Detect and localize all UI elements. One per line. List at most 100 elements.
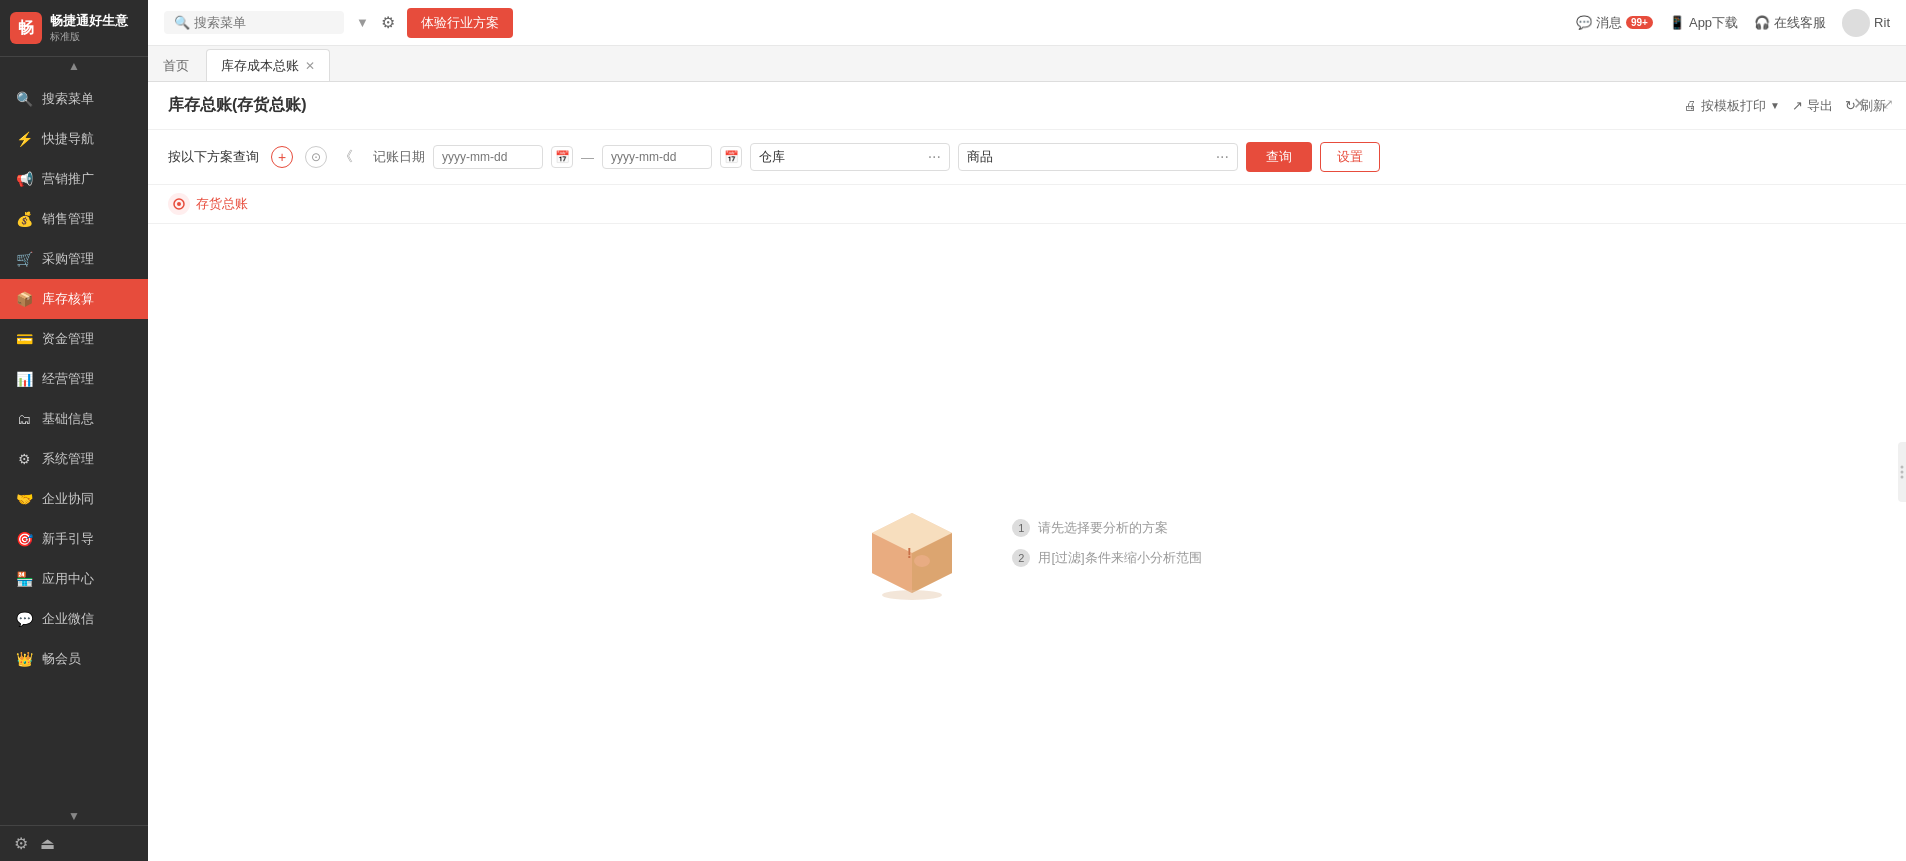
- app-download-btn[interactable]: 📱 App下载: [1669, 14, 1738, 32]
- wechat-icon: 💬: [14, 609, 34, 629]
- content-close-btn[interactable]: ✕: [1849, 90, 1870, 117]
- search-chevron-icon[interactable]: ▼: [356, 15, 369, 30]
- content-close-row: ✕ ⤢: [1849, 90, 1898, 117]
- svg-point-11: [1901, 475, 1904, 478]
- user-avatar: [1842, 9, 1870, 37]
- main-area: 🔍 ▼ ⚙ 体验行业方案 💬 消息 99+ 📱 App下载 🎧 在线客服 Rit: [148, 0, 1906, 861]
- topbar-right: 💬 消息 99+ 📱 App下载 🎧 在线客服 Rit: [1576, 9, 1890, 37]
- side-resize-handle[interactable]: [1898, 442, 1906, 502]
- date-start-calendar-icon[interactable]: 📅: [551, 146, 573, 168]
- scheme-section: 存货总账: [148, 185, 1906, 224]
- svg-point-1: [177, 202, 181, 206]
- sidebar-item-marketing[interactable]: 📢 营销推广: [0, 159, 148, 199]
- sidebar-nav: 🔍 搜索菜单 ⚡ 快捷导航 📢 营销推广 💰 销售管理 🛒 采购管理 📦 库存核…: [0, 75, 148, 807]
- content-area: 库存总账(存货总账) 🖨 按模板打印 ▼ ↗ 导出 ↻ 刷新 按以下方案查询: [148, 82, 1906, 861]
- member-icon: 👑: [14, 649, 34, 669]
- empty-hint-2: 2 用[过滤]条件来缩小分析范围: [1012, 549, 1201, 567]
- finance-icon: 💳: [14, 329, 34, 349]
- goods-more-icon[interactable]: ···: [1216, 148, 1229, 166]
- filter-add-btn[interactable]: +: [271, 146, 293, 168]
- sidebar-item-operation[interactable]: 📊 经营管理: [0, 359, 148, 399]
- tab-bar: 首页 库存成本总账 ✕: [148, 46, 1906, 82]
- print-chevron-icon[interactable]: ▼: [1770, 100, 1780, 111]
- export-btn[interactable]: ↗ 导出: [1792, 97, 1833, 115]
- sidebar-item-purchase[interactable]: 🛒 采购管理: [0, 239, 148, 279]
- page-header: 库存总账(存货总账) 🖨 按模板打印 ▼ ↗ 导出 ↻ 刷新: [148, 82, 1906, 130]
- date-start-input[interactable]: [433, 145, 543, 169]
- phone-icon: 📱: [1669, 15, 1685, 30]
- goods-selector[interactable]: 商品 ···: [958, 143, 1238, 171]
- tab-inventory-cost[interactable]: 库存成本总账 ✕: [206, 49, 330, 81]
- messages-badge: 99+: [1626, 16, 1653, 29]
- sidebar-logo: 畅 畅捷通好生意 标准版: [0, 0, 148, 57]
- appstore-icon: 🏪: [14, 569, 34, 589]
- page-title: 库存总账(存货总账): [168, 95, 307, 116]
- search-icon: 🔍: [14, 89, 34, 109]
- sidebar-item-system[interactable]: ⚙ 系统管理: [0, 439, 148, 479]
- scheme-item[interactable]: 存货总账: [168, 193, 248, 215]
- export-icon: ↗: [1792, 98, 1803, 113]
- user-avatar-area[interactable]: Rit: [1842, 9, 1890, 37]
- sidebar-item-basic[interactable]: 🗂 基础信息: [0, 399, 148, 439]
- warehouse-selector[interactable]: 仓库 ···: [750, 143, 950, 171]
- sales-icon: 💰: [14, 209, 34, 229]
- svg-text:!: !: [907, 545, 912, 561]
- sidebar-scroll-down[interactable]: ▼: [0, 807, 148, 825]
- sidebar-scroll-up[interactable]: ▲: [0, 57, 148, 75]
- content-expand-btn[interactable]: ⤢: [1878, 92, 1898, 116]
- hint-1-num: 1: [1012, 519, 1030, 537]
- messages-btn[interactable]: 💬 消息 99+: [1576, 14, 1653, 32]
- filter-bar: 按以下方案查询 + ⊙ 《 记账日期 📅 — 📅 仓库 ··· 商品 ···: [148, 130, 1906, 185]
- svg-point-9: [1901, 465, 1904, 468]
- sidebar-item-finance[interactable]: 💳 资金管理: [0, 319, 148, 359]
- online-service-btn[interactable]: 🎧 在线客服: [1754, 14, 1826, 32]
- purchase-icon: 🛒: [14, 249, 34, 269]
- empty-text: 1 请先选择要分析的方案 2 用[过滤]条件来缩小分析范围: [1012, 519, 1201, 567]
- scheme-item-icon: [168, 193, 190, 215]
- hint-1-text: 请先选择要分析的方案: [1038, 519, 1168, 537]
- filter-clear-btn[interactable]: ⊙: [305, 146, 327, 168]
- svg-point-6: [914, 555, 930, 567]
- sidebar-item-wechat[interactable]: 💬 企业微信: [0, 599, 148, 639]
- sidebar-item-search[interactable]: 🔍 搜索菜单: [0, 79, 148, 119]
- date-end-calendar-icon[interactable]: 📅: [720, 146, 742, 168]
- tab-home[interactable]: 首页: [148, 49, 204, 81]
- sidebar-item-member[interactable]: 👑 畅会员: [0, 639, 148, 679]
- tab-close-icon[interactable]: ✕: [305, 59, 315, 73]
- logo-text: 畅捷通好生意 标准版: [50, 13, 128, 43]
- audio-footer-btn[interactable]: ⏏: [40, 834, 55, 853]
- sidebar-item-inventory[interactable]: 📦 库存核算: [0, 279, 148, 319]
- sidebar-item-enterprise[interactable]: 🤝 企业协同: [0, 479, 148, 519]
- settings-button[interactable]: 设置: [1320, 142, 1380, 172]
- inventory-icon: 📦: [14, 289, 34, 309]
- hint-2-text: 用[过滤]条件来缩小分析范围: [1038, 549, 1201, 567]
- empty-illustration: !: [852, 483, 972, 603]
- search-button[interactable]: 查询: [1246, 142, 1312, 172]
- sidebar-footer: ⚙ ⏏: [0, 825, 148, 861]
- newbie-icon: 🎯: [14, 529, 34, 549]
- sidebar: 畅 畅捷通好生意 标准版 ▲ 🔍 搜索菜单 ⚡ 快捷导航 📢 营销推广 💰 销售…: [0, 0, 148, 861]
- quick-nav-icon: ⚡: [14, 129, 34, 149]
- date-separator: —: [581, 150, 594, 165]
- sidebar-item-sales[interactable]: 💰 销售管理: [0, 199, 148, 239]
- search-input[interactable]: [194, 15, 314, 30]
- sidebar-item-appstore[interactable]: 🏪 应用中心: [0, 559, 148, 599]
- basic-icon: 🗂: [14, 409, 34, 429]
- sidebar-item-quick-nav[interactable]: ⚡ 快捷导航: [0, 119, 148, 159]
- svg-point-8: [882, 590, 942, 600]
- topbar-search-container: 🔍: [164, 11, 344, 34]
- print-template-btn[interactable]: 🖨 按模板打印 ▼: [1684, 97, 1780, 115]
- filter-scheme-label: 按以下方案查询: [168, 148, 259, 166]
- settings-footer-btn[interactable]: ⚙: [14, 834, 28, 853]
- sidebar-item-newbie[interactable]: 🎯 新手引导: [0, 519, 148, 559]
- topbar-gear-icon[interactable]: ⚙: [381, 13, 395, 32]
- empty-hint-1: 1 请先选择要分析的方案: [1012, 519, 1201, 537]
- marketing-icon: 📢: [14, 169, 34, 189]
- operation-icon: 📊: [14, 369, 34, 389]
- date-end-input[interactable]: [602, 145, 712, 169]
- scheme-item-label: 存货总账: [196, 195, 248, 213]
- industry-btn[interactable]: 体验行业方案: [407, 8, 513, 38]
- headset-icon: 🎧: [1754, 15, 1770, 30]
- warehouse-more-icon[interactable]: ···: [928, 148, 941, 166]
- filter-collapse-icon[interactable]: 《: [339, 148, 353, 166]
